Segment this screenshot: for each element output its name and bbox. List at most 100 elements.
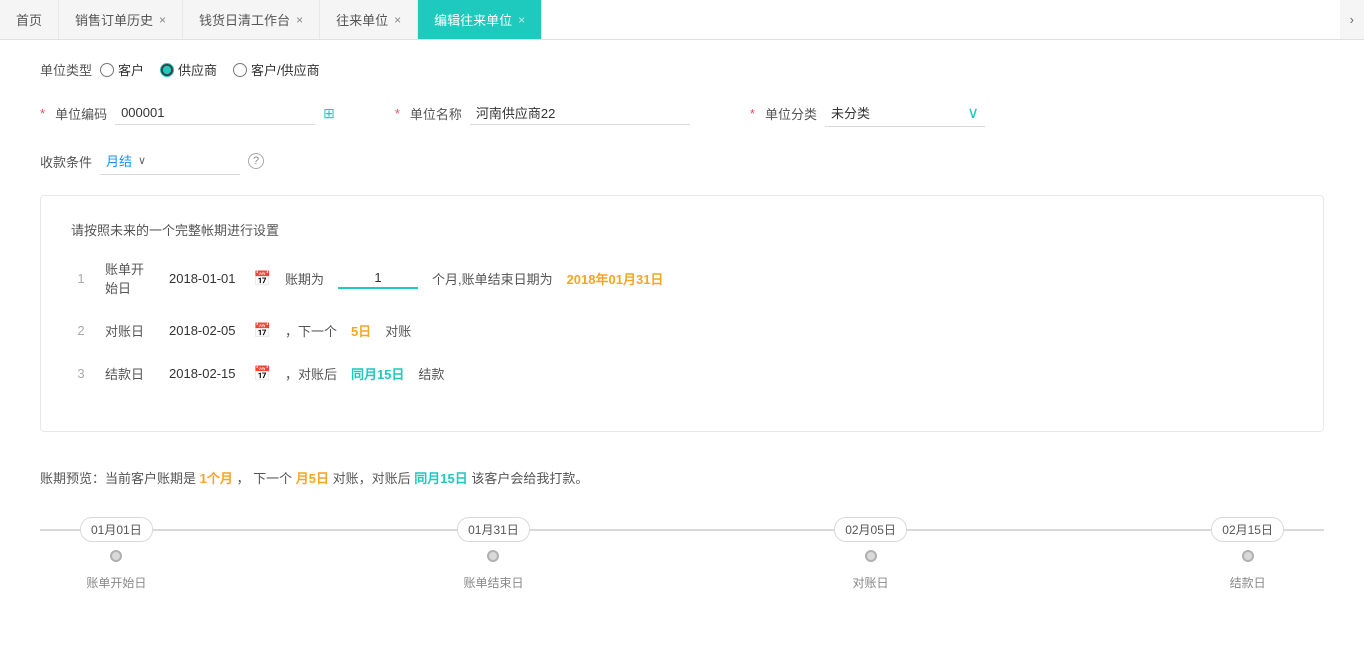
row-num-1: 1	[71, 271, 91, 286]
period-settings-box: 请按照未来的一个完整帐期进行设置 1 账单开始日 2018-01-01 📅 账期…	[40, 195, 1324, 432]
tab-edit-partner-close[interactable]: ×	[518, 13, 525, 27]
unit-category-select[interactable]: 未分类 ∨	[825, 99, 985, 127]
preview-between2: 对账，对账后	[333, 471, 411, 486]
row-type-1: 账单开始日	[105, 259, 155, 297]
unit-name-input[interactable]	[470, 101, 690, 125]
tab-more-button[interactable]: ›	[1340, 0, 1364, 39]
row-date-1: 2018-01-01	[169, 271, 236, 286]
radio-customer-label: 客户	[118, 60, 144, 79]
radio-customer-supplier-input[interactable]	[233, 63, 247, 77]
unit-type-label: 单位类型	[40, 60, 92, 79]
radio-supplier[interactable]: 供应商	[160, 60, 217, 79]
tab-edit-partner-label: 编辑往来单位	[434, 10, 512, 29]
period-row-3: 3 结款日 2018-02-15 📅 ，对账后 同月15日 结款	[71, 364, 1293, 383]
tab-sales-history-label: 销售订单历史	[75, 10, 153, 29]
radio-customer-supplier-label: 客户/供应商	[251, 60, 320, 79]
payment-terms-arrow-icon: ∨	[138, 154, 146, 167]
radio-supplier-label: 供应商	[178, 60, 217, 79]
tl-label-3: 结款日	[1230, 574, 1266, 591]
timeline-container: 01月01日 账单开始日 01月31日 账单结束日 02月05日 对账日 02月…	[40, 507, 1324, 641]
preview-between1: ，	[237, 471, 250, 486]
tab-sales-history-close[interactable]: ×	[159, 13, 166, 27]
payment-terms-row: 收款条件 月结 ∨ ?	[40, 147, 1324, 175]
preview-label: 账期预览：当前客户账期是	[40, 471, 196, 486]
tl-point-1: 01月31日 账单结束日	[457, 517, 530, 591]
row-suffix-after-1: 个月,账单结束日期为	[432, 269, 553, 288]
row-end-date-1: 2018年01月31日	[567, 269, 664, 288]
row-cal-2-icon[interactable]: 📅	[254, 322, 271, 339]
radio-supplier-input[interactable]	[160, 63, 174, 77]
tab-partner-label: 往来单位	[336, 10, 388, 29]
tl-dot-0	[110, 550, 122, 562]
tab-partner-close[interactable]: ×	[394, 13, 401, 27]
unit-category-field: * 单位分类 未分类 ∨	[750, 99, 985, 127]
tl-point-0: 01月01日 账单开始日	[80, 517, 153, 591]
tl-dot-1	[487, 550, 499, 562]
tab-cash-work-close[interactable]: ×	[296, 13, 303, 27]
row-suffix-before-1: 账期为	[285, 269, 324, 288]
tl-point-3: 02月15日 结款日	[1211, 517, 1284, 591]
period-row-2: 2 对账日 2018-02-05 📅 ，下一个 5日 对账	[71, 321, 1293, 340]
preview-part3: 同月15日	[414, 471, 467, 486]
row-highlight-2: 5日	[351, 321, 371, 340]
payment-terms-help-icon[interactable]: ?	[248, 153, 264, 169]
period-months-input[interactable]	[338, 268, 418, 289]
tab-home[interactable]: 首页	[0, 0, 59, 39]
unit-code-copy-icon[interactable]: ⊞	[323, 105, 335, 122]
payment-terms-value: 月结	[106, 151, 132, 170]
period-row-1: 1 账单开始日 2018-01-01 📅 账期为 个月,账单结束日期为 2018…	[71, 259, 1293, 297]
unit-code-required: *	[40, 106, 45, 121]
row-suffix-3: 结款	[418, 364, 444, 383]
unit-category-required: *	[750, 106, 755, 121]
unit-type-field: 单位类型 客户 供应商 客户/供应商	[40, 60, 320, 79]
unit-category-value: 未分类	[825, 99, 961, 126]
payment-terms-dropdown[interactable]: 月结 ∨	[100, 147, 240, 175]
preview-part2: 月5日	[296, 471, 329, 486]
row-suffix-2: ，下一个	[285, 321, 337, 340]
unit-code-input[interactable]	[115, 101, 315, 125]
tab-home-label: 首页	[16, 10, 42, 29]
payment-terms-label: 收款条件	[40, 152, 92, 171]
preview-part2pre: 下一个	[253, 471, 292, 486]
tl-date-3: 02月15日	[1211, 517, 1284, 542]
unit-code-label: 单位编码	[55, 104, 107, 123]
period-hint: 请按照未来的一个完整帐期进行设置	[71, 220, 1293, 239]
preview-section: 账期预览：当前客户账期是 1个月 ， 下一个 月5日 对账，对账后 同月15日 …	[40, 452, 1324, 641]
row-num-2: 2	[71, 323, 91, 338]
preview-suffix: 该客户会给我打款。	[471, 471, 588, 486]
unit-type-row: 单位类型 客户 供应商 客户/供应商	[40, 60, 1324, 79]
tl-point-2: 02月05日 对账日	[834, 517, 907, 591]
row-cal-1-icon[interactable]: 📅	[254, 270, 271, 287]
tl-date-1: 01月31日	[457, 517, 530, 542]
tab-partner[interactable]: 往来单位 ×	[320, 0, 418, 39]
unit-name-required: *	[395, 106, 400, 121]
row-prefix-3: ，对账后	[285, 364, 337, 383]
page-content: 单位类型 客户 供应商 客户/供应商 * 单位编码	[0, 40, 1364, 661]
radio-customer-input[interactable]	[100, 63, 114, 77]
unit-code-field: * 单位编码 ⊞	[40, 101, 335, 125]
row-date-2: 2018-02-05	[169, 323, 236, 338]
row-cal-3-icon[interactable]: 📅	[254, 365, 271, 382]
row-type-3: 结款日	[105, 364, 155, 383]
row-num-3: 3	[71, 366, 91, 381]
unit-category-arrow-icon: ∨	[961, 103, 985, 123]
preview-text: 账期预览：当前客户账期是 1个月 ， 下一个 月5日 对账，对账后 同月15日 …	[40, 468, 1324, 487]
tab-sales-history[interactable]: 销售订单历史 ×	[59, 0, 183, 39]
tl-label-0: 账单开始日	[86, 574, 146, 591]
tab-edit-partner[interactable]: 编辑往来单位 ×	[418, 0, 542, 39]
tab-cash-work-label: 钱货日清工作台	[199, 10, 290, 29]
unit-info-row: * 单位编码 ⊞ * 单位名称 * 单位分类 未分类 ∨	[40, 99, 1324, 127]
radio-customer-supplier[interactable]: 客户/供应商	[233, 60, 320, 79]
radio-customer[interactable]: 客户	[100, 60, 144, 79]
row-type-2: 对账日	[105, 321, 155, 340]
tab-cash-work[interactable]: 钱货日清工作台 ×	[183, 0, 320, 39]
row-date-3: 2018-02-15	[169, 366, 236, 381]
payment-terms-field: 收款条件 月结 ∨ ?	[40, 147, 264, 175]
tl-date-2: 02月05日	[834, 517, 907, 542]
tl-dot-2	[865, 550, 877, 562]
preview-part1: 1个月	[200, 471, 233, 486]
timeline-points: 01月01日 账单开始日 01月31日 账单结束日 02月05日 对账日 02月…	[80, 517, 1284, 591]
unit-name-label: 单位名称	[410, 104, 462, 123]
row-highlight-3: 同月15日	[351, 364, 404, 383]
unit-type-radio-group: 客户 供应商 客户/供应商	[100, 60, 320, 79]
